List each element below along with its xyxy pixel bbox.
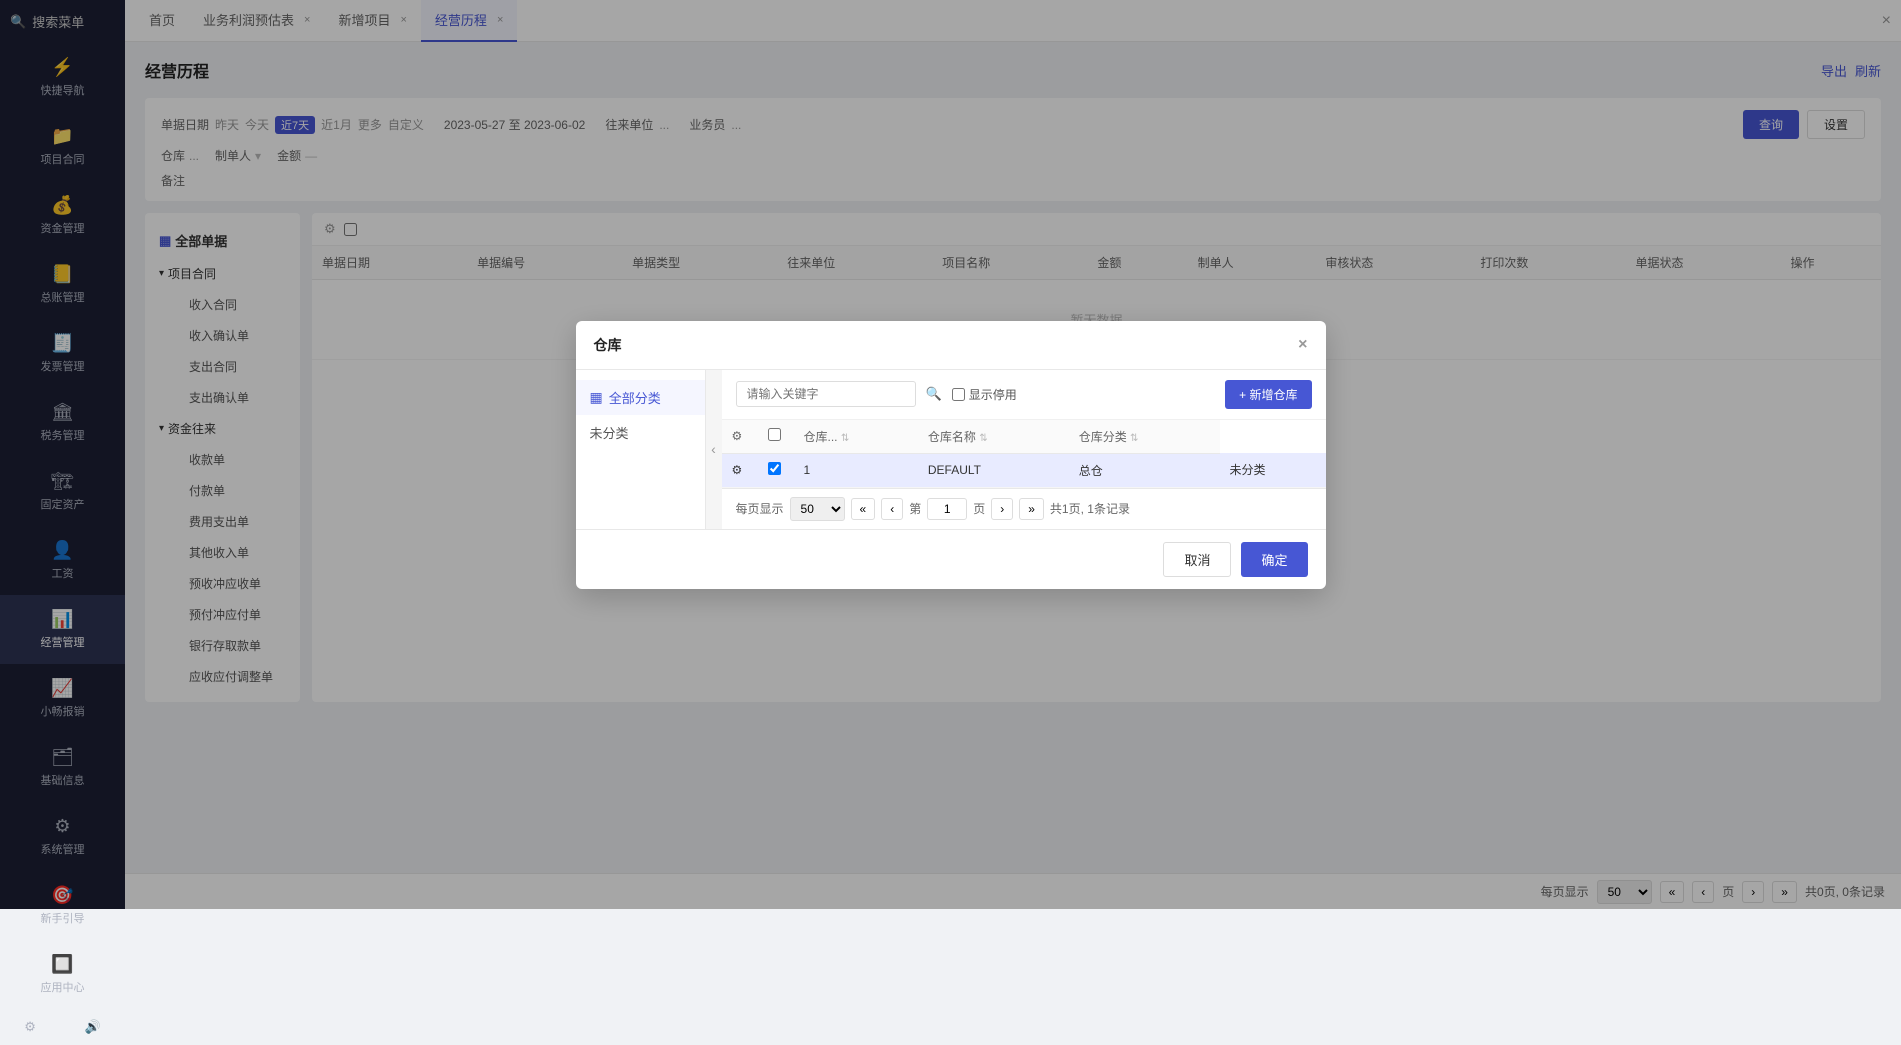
modal-sidebar-collapse-btn[interactable]: ‹ — [706, 370, 722, 529]
table-select-all[interactable] — [768, 428, 781, 441]
modal-main: 🔍 显示停用 + 新增仓库 ⚙ — [722, 370, 1326, 529]
cancel-button[interactable]: 取消 — [1163, 542, 1231, 577]
modal-last-btn[interactable]: » — [1019, 498, 1044, 520]
modal-title: 仓库 — [594, 335, 622, 355]
sort-category-icon[interactable]: ⇅ — [1130, 433, 1138, 444]
modal-show-disabled-text: 显示停用 — [969, 386, 1017, 403]
modal-next-btn[interactable]: › — [991, 498, 1013, 520]
sort-code-icon[interactable]: ⇅ — [841, 433, 849, 444]
modal-sidebar-item-unclassified[interactable]: 未分类 — [576, 415, 705, 450]
modal-sidebar-item-all[interactable]: ▦ 全部分类 — [576, 380, 705, 415]
row-code: DEFAULT — [918, 453, 1069, 487]
add-warehouse-button[interactable]: + 新增仓库 — [1225, 380, 1311, 409]
confirm-button[interactable]: 确定 — [1241, 542, 1307, 577]
modal-toolbar: 🔍 显示停用 + 新增仓库 — [722, 370, 1326, 420]
modal-search-input[interactable] — [736, 381, 916, 407]
col-warehouse-code: 仓库... ⇅ — [794, 420, 918, 454]
modal-header: 仓库 × — [576, 321, 1326, 370]
modal-first-btn[interactable]: « — [851, 498, 876, 520]
sort-name-icon[interactable]: ⇅ — [979, 433, 987, 444]
col-gear[interactable]: ⚙ — [722, 420, 758, 454]
warehouse-table-header: ⚙ 仓库... ⇅ 仓库名称 ⇅ — [722, 420, 1326, 454]
row-gear[interactable]: ⚙ — [722, 453, 758, 487]
modal-show-disabled-label[interactable]: 显示停用 — [952, 386, 1017, 403]
modal-sidebar-unclassified-label: 未分类 — [590, 423, 629, 442]
row-name: 总仓 — [1069, 453, 1220, 487]
modal-sidebar-all-label: 全部分类 — [609, 388, 661, 407]
modal-close-button[interactable]: × — [1298, 336, 1307, 354]
modal-page-suffix: 页 — [973, 500, 985, 517]
modal-table: ⚙ 仓库... ⇅ 仓库名称 ⇅ — [722, 420, 1326, 488]
modal-per-page-select[interactable]: 50 100 — [790, 497, 845, 521]
sidebar-item-label: 新手引导 — [41, 910, 85, 926]
warehouse-modal: 仓库 × ▦ 全部分类 未分类 ‹ 🔍 — [576, 321, 1326, 589]
volume-icon[interactable]: 🔊 — [85, 1019, 101, 1035]
modal-footer: 取消 确定 — [576, 529, 1326, 589]
modal-total-label: 共1页, 1条记录 — [1050, 500, 1130, 517]
modal-body: ▦ 全部分类 未分类 ‹ 🔍 显示停用 — [576, 370, 1326, 529]
modal-page-label: 第 — [909, 500, 921, 517]
settings-icon[interactable]: ⚙ — [24, 1019, 36, 1035]
col-checkbox[interactable] — [758, 420, 794, 454]
modal-per-page-label: 每页显示 — [736, 500, 784, 517]
row-num: 1 — [794, 453, 918, 487]
modal-pagination: 每页显示 50 100 « ‹ 第 页 › » 共1页, 1条记录 — [722, 488, 1326, 529]
modal-sidebar: ▦ 全部分类 未分类 — [576, 370, 706, 529]
row-category: 未分类 — [1220, 453, 1326, 487]
modal-show-disabled-checkbox[interactable] — [952, 388, 965, 401]
modal-prev-btn[interactable]: ‹ — [881, 498, 903, 520]
row-select-checkbox[interactable] — [768, 462, 781, 475]
sidebar-bottom: ⚙ 🔊 — [0, 1009, 125, 1045]
col-warehouse-category: 仓库分类 ⇅ — [1069, 420, 1220, 454]
modal-sidebar-all-icon: ▦ — [590, 389, 603, 406]
modal-search-icon[interactable]: 🔍 — [926, 386, 942, 402]
modal-page-input[interactable] — [927, 498, 967, 520]
warehouse-table-row[interactable]: ⚙ 1 DEFAULT 总仓 未分类 — [722, 453, 1326, 487]
row-checkbox[interactable] — [758, 453, 794, 487]
sidebar-item-app-center[interactable]: 🔲 应用中心 — [0, 940, 125, 1009]
sidebar-item-label: 应用中心 — [41, 979, 85, 995]
col-warehouse-name: 仓库名称 ⇅ — [918, 420, 1069, 454]
app-center-icon: 🔲 — [51, 954, 73, 975]
warehouse-table: ⚙ 仓库... ⇅ 仓库名称 ⇅ — [722, 420, 1326, 488]
modal-overlay: 仓库 × ▦ 全部分类 未分类 ‹ 🔍 — [0, 0, 1901, 909]
